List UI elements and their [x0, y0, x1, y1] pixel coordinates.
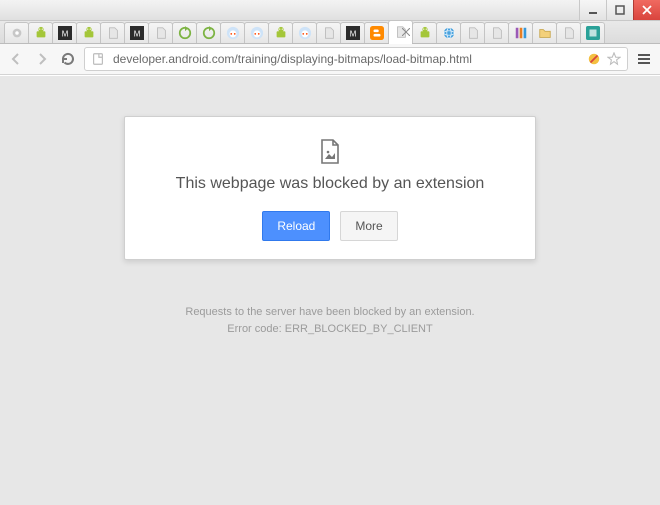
refresh-green-icon	[178, 26, 192, 40]
browser-tab[interactable]: M	[52, 22, 77, 43]
mu-dark-icon: M	[130, 26, 144, 40]
nav-forward-button[interactable]	[32, 49, 52, 69]
reddit-icon	[298, 26, 312, 40]
svg-text:M: M	[61, 30, 68, 39]
browser-tab[interactable]	[436, 22, 461, 43]
doc-gray-icon	[106, 26, 120, 40]
browser-tab[interactable]	[28, 22, 53, 43]
blocked-card: This webpage was blocked by an extension…	[124, 116, 536, 260]
browser-tab[interactable]	[556, 22, 581, 43]
tab-close-icon[interactable]	[402, 23, 410, 31]
globe-blue-icon	[442, 26, 456, 40]
page-viewport: This webpage was blocked by an extension…	[0, 75, 660, 505]
browser-tab[interactable]	[268, 22, 293, 43]
doc-gray-icon	[154, 26, 168, 40]
arrow-right-icon	[34, 51, 50, 67]
browser-tab[interactable]	[316, 22, 341, 43]
blocked-page-icon	[145, 139, 515, 165]
nav-back-button[interactable]	[6, 49, 26, 69]
reload-button[interactable]: Reload	[262, 211, 330, 241]
error-line-2: Error code: ERR_BLOCKED_BY_CLIENT	[0, 321, 660, 338]
close-icon	[642, 5, 652, 15]
android-green-icon	[82, 26, 96, 40]
blocked-title: This webpage was blocked by an extension	[145, 175, 515, 193]
app-teal-icon	[586, 26, 600, 40]
window-maximize-button[interactable]	[606, 0, 633, 20]
blogger-icon	[370, 26, 384, 40]
reddit-icon	[250, 26, 264, 40]
window-close-button[interactable]	[633, 0, 660, 20]
tab-strip: MMM	[0, 21, 660, 44]
nav-reload-button[interactable]	[58, 49, 78, 69]
page-icon	[91, 52, 105, 66]
button-row: Reload More	[145, 211, 515, 241]
mu-dark-icon: M	[346, 26, 360, 40]
maximize-icon	[615, 5, 625, 15]
bars-icon	[514, 26, 528, 40]
browser-menu-button[interactable]	[634, 49, 654, 69]
arrow-left-icon	[8, 51, 24, 67]
reload-icon	[60, 51, 76, 67]
browser-tab[interactable]	[388, 20, 413, 43]
url-input[interactable]	[111, 51, 581, 67]
browser-tab[interactable]	[196, 22, 221, 43]
doc-gray-icon	[322, 26, 336, 40]
svg-text:M: M	[133, 30, 140, 39]
doc-gray-icon	[490, 26, 504, 40]
browser-tab[interactable]	[484, 22, 509, 43]
browser-toolbar	[0, 44, 660, 75]
browser-tab[interactable]: M	[124, 22, 149, 43]
error-detail: Requests to the server have been blocked…	[0, 304, 660, 337]
android-green-icon	[274, 26, 288, 40]
browser-tab[interactable]	[292, 22, 317, 43]
doc-gray-icon	[562, 26, 576, 40]
omnibox[interactable]	[84, 47, 628, 71]
browser-tab[interactable]	[508, 22, 533, 43]
mu-dark-icon: M	[58, 26, 72, 40]
more-button[interactable]: More	[340, 211, 397, 241]
folder-icon	[538, 26, 552, 40]
hamburger-icon	[636, 51, 652, 67]
browser-tab[interactable]	[412, 22, 437, 43]
browser-tab[interactable]	[460, 22, 485, 43]
browser-tab[interactable]	[172, 22, 197, 43]
doc-gray-icon	[466, 26, 480, 40]
android-green-icon	[418, 26, 432, 40]
blocked-status-icon	[587, 52, 601, 66]
browser-tab[interactable]	[364, 22, 389, 43]
error-line-1: Requests to the server have been blocked…	[0, 304, 660, 321]
reddit-icon	[226, 26, 240, 40]
gear-gray-icon	[10, 26, 24, 40]
browser-tab[interactable]	[220, 22, 245, 43]
refresh-green-icon	[202, 26, 216, 40]
svg-text:M: M	[349, 30, 356, 39]
android-green-icon	[34, 26, 48, 40]
browser-tab[interactable]	[76, 22, 101, 43]
browser-tab[interactable]	[244, 22, 269, 43]
browser-tab[interactable]	[148, 22, 173, 43]
window-minimize-button[interactable]	[579, 0, 606, 20]
browser-tab[interactable]: M	[340, 22, 365, 43]
bookmark-star-icon[interactable]	[607, 52, 621, 66]
browser-tab[interactable]	[532, 22, 557, 43]
minimize-icon	[588, 5, 598, 15]
browser-tab[interactable]	[4, 22, 29, 43]
browser-tab[interactable]	[100, 22, 125, 43]
window-titlebar	[0, 0, 660, 21]
browser-tab[interactable]	[580, 22, 605, 43]
